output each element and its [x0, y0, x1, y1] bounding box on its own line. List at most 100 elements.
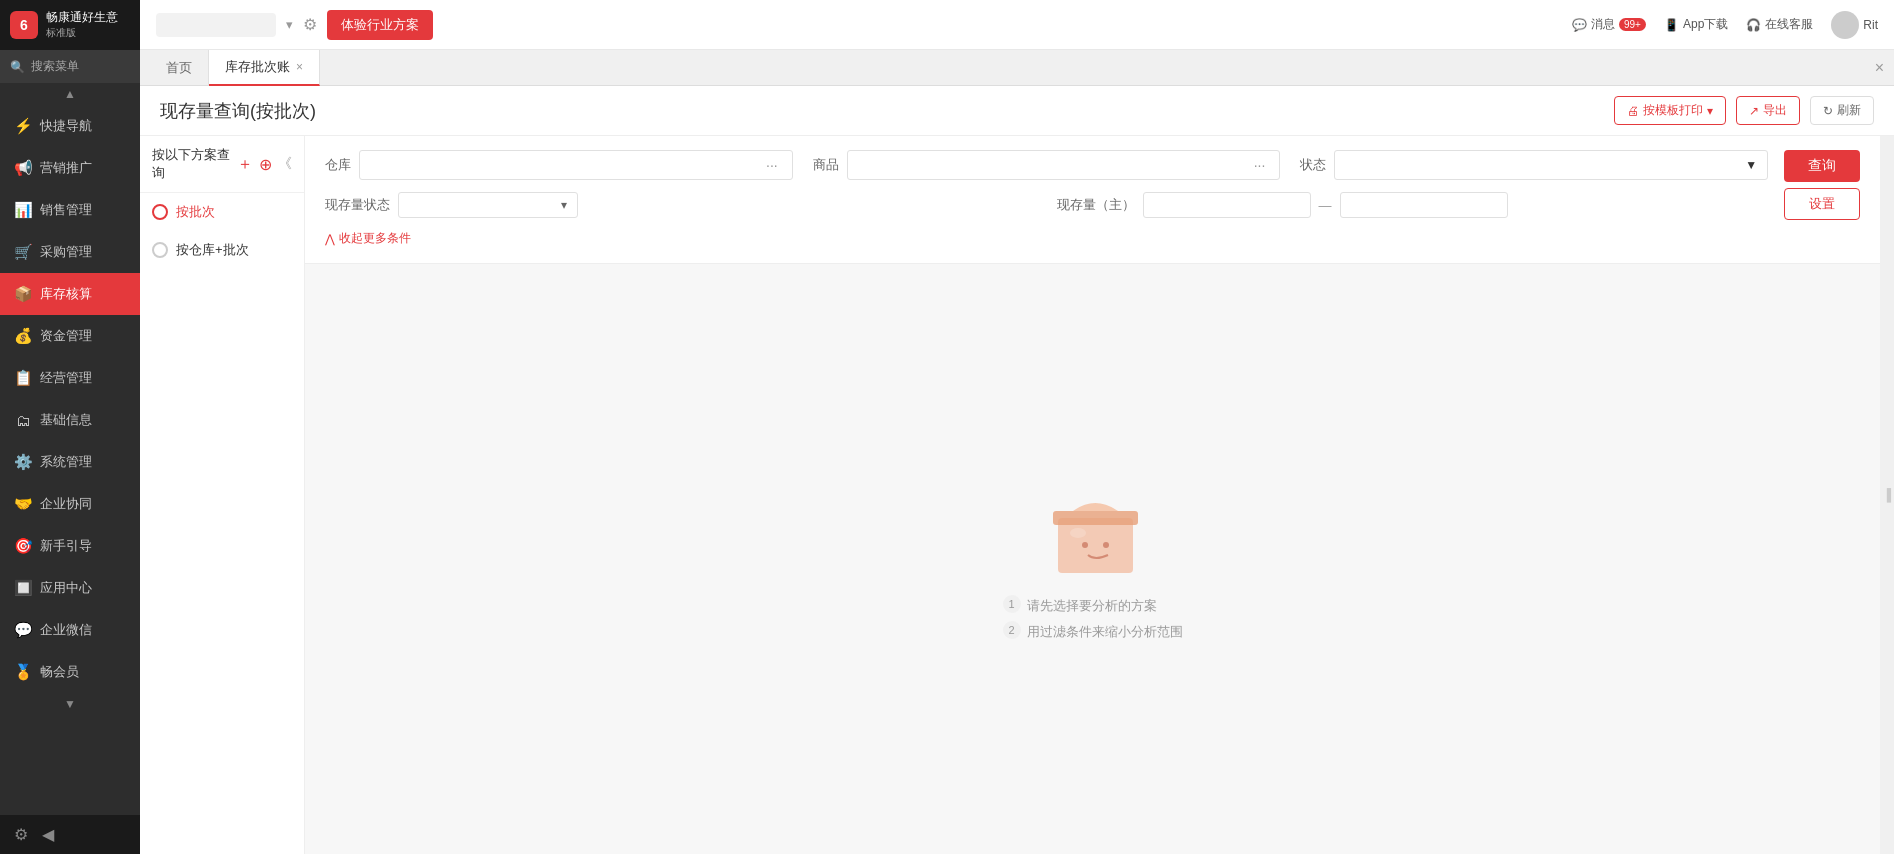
sidebar-item-shortcut[interactable]: ⚡ 快捷导航 — [0, 105, 140, 147]
sidebar-item-apps[interactable]: 🔲 应用中心 — [0, 567, 140, 609]
svg-rect-1 — [1053, 511, 1138, 525]
app-download-label: App下载 — [1683, 16, 1728, 33]
sidebar-item-label: 企业微信 — [40, 621, 92, 639]
print-dropdown-icon[interactable]: ▾ — [1707, 104, 1713, 118]
stock-status-select[interactable]: ▾ — [398, 192, 578, 218]
app-download-btn[interactable]: 📱 App下载 — [1664, 16, 1728, 33]
sidebar-item-label: 畅会员 — [40, 663, 79, 681]
query-buttons: 查询 设置 — [1784, 150, 1860, 220]
app-title: 畅康通好生意 — [46, 10, 118, 26]
search-label: 搜索菜单 — [31, 58, 79, 75]
scheme-item-batch[interactable]: 按批次 — [140, 193, 304, 231]
scheme-collapse-btn[interactable]: 《 — [278, 155, 292, 173]
stock-status-arrow: ▾ — [561, 198, 567, 212]
scroll-up-btn[interactable]: ▲ — [0, 83, 140, 105]
hint-item-2: 2 用过滤条件来缩小分析范围 — [1003, 619, 1183, 645]
warehouse-input[interactable]: ··· — [359, 150, 793, 180]
sidebar-item-system[interactable]: ⚙️ 系统管理 — [0, 441, 140, 483]
sidebar-item-label: 快捷导航 — [40, 117, 92, 135]
user-menu[interactable]: Rit — [1831, 11, 1878, 39]
tabs-bar: 首页 库存批次账 × × — [140, 50, 1894, 86]
warehouse-dots[interactable]: ··· — [762, 157, 782, 173]
tab-batch-account[interactable]: 库存批次账 × — [209, 50, 320, 86]
sidebar-footer: ⚙ ◀ — [0, 815, 140, 854]
sidebar-header: 6 畅康通好生意 标准版 — [0, 0, 140, 50]
tab-home[interactable]: 首页 — [150, 50, 209, 86]
top-bar-right: 💬 消息 99+ 📱 App下载 🎧 在线客服 Rit — [1572, 11, 1878, 39]
warehouse-label: 仓库 — [325, 156, 351, 174]
filter-row-1: 仓库 ··· 商品 ··· — [325, 150, 1768, 180]
sidebar-item-label: 资金管理 — [40, 327, 92, 345]
shortcut-icon: ⚡ — [14, 117, 32, 135]
sidebar-item-finance[interactable]: 💰 资金管理 — [0, 315, 140, 357]
sidebar-item-enterprise[interactable]: 🤝 企业协同 — [0, 483, 140, 525]
stock-qty-min-input[interactable] — [1143, 192, 1311, 218]
sidebar-item-wechat[interactable]: 💬 企业微信 — [0, 609, 140, 651]
print-icon: 🖨 — [1627, 104, 1639, 118]
empty-svg — [1043, 473, 1153, 583]
tab-close-btn[interactable]: × — [296, 60, 303, 74]
sidebar-item-newbie[interactable]: 🎯 新手引导 — [0, 525, 140, 567]
sidebar-item-label: 基础信息 — [40, 411, 92, 429]
enterprise-icon: 🤝 — [14, 495, 32, 513]
topbar-settings-icon[interactable]: ⚙ — [303, 15, 317, 34]
query-btn[interactable]: 查询 — [1784, 150, 1860, 182]
messages-btn[interactable]: 💬 消息 99+ — [1572, 16, 1646, 33]
svg-rect-0 — [1058, 518, 1133, 573]
stock-qty-label: 现存量（主） — [1057, 196, 1135, 214]
sidebar-settings-icon[interactable]: ⚙ — [14, 825, 28, 844]
page-header: 现存量查询(按批次) 🖨 按模板打印 ▾ ↗ 导出 ↻ 刷新 — [140, 86, 1894, 136]
svg-point-4 — [1103, 542, 1109, 548]
collapse-label: 收起更多条件 — [339, 230, 411, 247]
main-panel: 仓库 ··· 商品 ··· — [305, 136, 1880, 854]
scheme-settings-btn[interactable]: ⊕ — [259, 155, 272, 174]
online-service-btn[interactable]: 🎧 在线客服 — [1746, 16, 1813, 33]
filter-product-field: 商品 ··· — [813, 150, 1281, 180]
export-btn[interactable]: ↗ 导出 — [1736, 96, 1800, 125]
sales-icon: 📊 — [14, 201, 32, 219]
sidebar-item-sales[interactable]: 📊 销售管理 — [0, 189, 140, 231]
topbar-search-input[interactable] — [156, 13, 276, 37]
product-input[interactable]: ··· — [847, 150, 1281, 180]
sidebar-item-basics[interactable]: 🗂 基础信息 — [0, 399, 140, 441]
status-select[interactable]: ▼ — [1334, 150, 1768, 180]
scheme-panel: 按以下方案查询 ＋ ⊕ 《 按批次 按仓库+批次 — [140, 136, 305, 854]
stock-qty-max-input[interactable] — [1340, 192, 1508, 218]
content-area: 按以下方案查询 ＋ ⊕ 《 按批次 按仓库+批次 — [140, 136, 1894, 854]
sidebar-item-label: 系统管理 — [40, 453, 92, 471]
filter-settings-btn[interactable]: 设置 — [1784, 188, 1860, 220]
sidebar-item-operations[interactable]: 📋 经营管理 — [0, 357, 140, 399]
sidebar-item-member[interactable]: 🏅 畅会员 — [0, 651, 140, 693]
marketing-icon: 📢 — [14, 159, 32, 177]
sidebar-item-label: 企业协同 — [40, 495, 92, 513]
wechat-icon: 💬 — [14, 621, 32, 639]
scheme-item-warehouse-batch[interactable]: 按仓库+批次 — [140, 231, 304, 269]
empty-hints: 1 请先选择要分析的方案 2 用过滤条件来缩小分析范围 — [1003, 593, 1183, 645]
product-dots[interactable]: ··· — [1250, 157, 1270, 173]
sidebar: 6 畅康通好生意 标准版 🔍 搜索菜单 ▲ ⚡ 快捷导航 📢 营销推广 📊 销售… — [0, 0, 140, 854]
topbar-dropdown-icon[interactable]: ▾ — [286, 17, 293, 32]
sidebar-search[interactable]: 🔍 搜索菜单 — [0, 50, 140, 83]
purchase-icon: 🛒 — [14, 243, 32, 261]
print-btn[interactable]: 🖨 按模板打印 ▾ — [1614, 96, 1726, 125]
scheme-add-btn[interactable]: ＋ — [237, 154, 253, 175]
sidebar-collapse-icon[interactable]: ◀ — [42, 825, 54, 844]
scroll-down-btn[interactable]: ▼ — [0, 693, 140, 715]
hint-text-1: 请先选择要分析的方案 — [1027, 593, 1157, 619]
apps-icon: 🔲 — [14, 579, 32, 597]
scheme-header-actions: ＋ ⊕ 《 — [237, 154, 292, 175]
scheme-dot-inactive — [152, 242, 168, 258]
scheme-header-title: 按以下方案查询 — [152, 146, 237, 182]
tab-home-label: 首页 — [166, 59, 192, 77]
refresh-btn[interactable]: ↻ 刷新 — [1810, 96, 1874, 125]
user-avatar — [1831, 11, 1859, 39]
sidebar-item-label: 销售管理 — [40, 201, 92, 219]
experience-btn[interactable]: 体验行业方案 — [327, 10, 433, 40]
right-scrollbar[interactable]: ▐ — [1880, 136, 1894, 854]
sidebar-item-purchase[interactable]: 🛒 采购管理 — [0, 231, 140, 273]
sidebar-item-marketing[interactable]: 📢 营销推广 — [0, 147, 140, 189]
sidebar-item-inventory[interactable]: 📦 库存核算 — [0, 273, 140, 315]
range-dash: — — [1319, 198, 1332, 213]
tabs-close-all-btn[interactable]: × — [1875, 59, 1884, 77]
collapse-filter-btn[interactable]: ⋀ 收起更多条件 — [325, 226, 1768, 255]
